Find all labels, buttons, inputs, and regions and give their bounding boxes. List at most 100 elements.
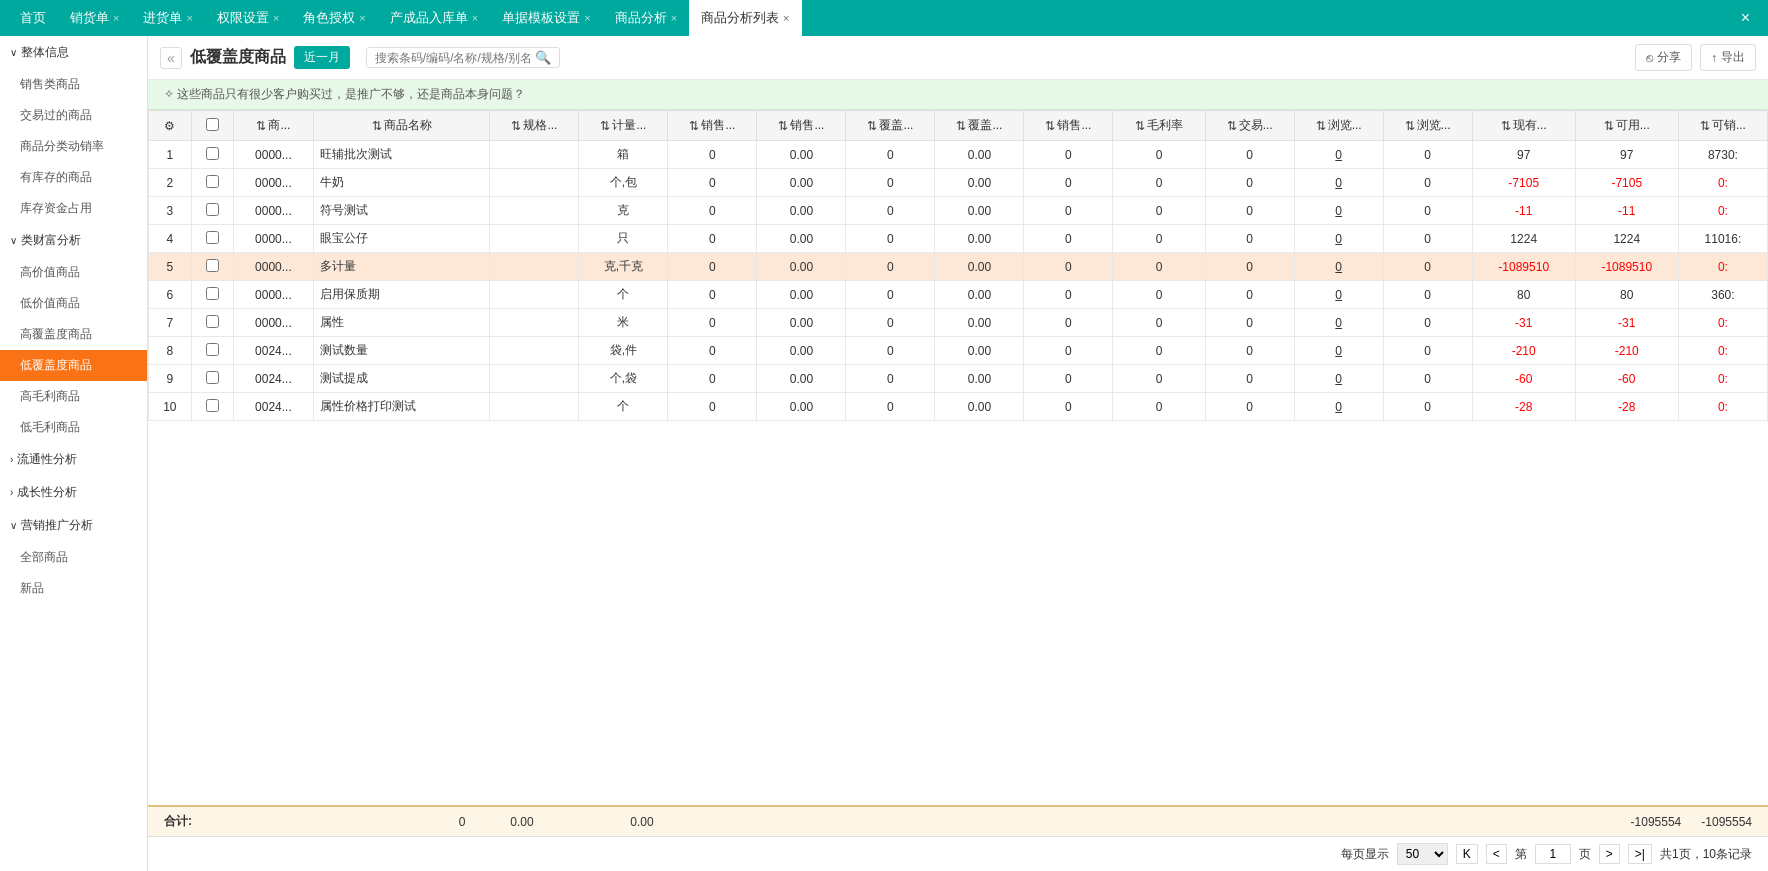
nav-permissions[interactable]: 权限设置 × (205, 0, 291, 36)
row-select[interactable] (206, 259, 219, 272)
close-sales-icon[interactable]: × (113, 12, 119, 24)
row-checkbox[interactable] (191, 393, 233, 421)
row-current: 80 (1472, 281, 1575, 309)
sidebar-category-header[interactable]: ∨ 类财富分析 (0, 224, 147, 257)
sidebar-item-traded-goods[interactable]: 交易过的商品 (0, 100, 147, 131)
row-available: 80 (1575, 281, 1678, 309)
sidebar-flow-header[interactable]: › 流通性分析 (0, 443, 147, 476)
close-purchase-icon[interactable]: × (186, 12, 192, 24)
row-select[interactable] (206, 231, 219, 244)
row-select[interactable] (206, 371, 219, 384)
row-checkbox[interactable] (191, 141, 233, 169)
close-templates-icon[interactable]: × (584, 12, 590, 24)
sidebar-item-high-profit[interactable]: 高毛利商品 (0, 381, 147, 412)
sidebar-section-growth: › 成长性分析 (0, 476, 147, 509)
row-browse1[interactable]: 0 (1294, 253, 1383, 281)
row-checkbox[interactable] (191, 225, 233, 253)
export-button[interactable]: ↑ 导出 (1700, 44, 1756, 71)
row-checkbox[interactable] (191, 337, 233, 365)
close-roles-icon[interactable]: × (359, 12, 365, 24)
row-browse1[interactable]: 0 (1294, 337, 1383, 365)
sidebar-item-sales-goods[interactable]: 销售类商品 (0, 69, 147, 100)
sidebar-item-in-stock[interactable]: 有库存的商品 (0, 162, 147, 193)
row-cov1: 0 (846, 169, 935, 197)
row-sales-amt: 0.00 (757, 281, 846, 309)
prev-page-button[interactable]: < (1486, 844, 1507, 864)
nav-products[interactable]: 产成品入库单 × (378, 0, 490, 36)
row-select[interactable] (206, 147, 219, 160)
sidebar-item-all-goods[interactable]: 全部商品 (0, 542, 147, 573)
row-checkbox[interactable] (191, 365, 233, 393)
row-spec (490, 281, 579, 309)
search-input[interactable] (375, 51, 535, 65)
row-select[interactable] (206, 343, 219, 356)
row-browse1[interactable]: 0 (1294, 281, 1383, 309)
nav-purchase[interactable]: 进货单 × (131, 0, 204, 36)
row-num: 2 (149, 169, 192, 197)
search-icon[interactable]: 🔍 (535, 50, 551, 65)
share-button[interactable]: ⎋ 分享 (1635, 44, 1692, 71)
row-select[interactable] (206, 315, 219, 328)
data-table: ⚙ ⇅商... ⇅商品名称 ⇅规格... ⇅计量... ⇅销售... ⇅销售..… (148, 110, 1768, 421)
row-browse2: 0 (1383, 309, 1472, 337)
sidebar-item-new-goods[interactable]: 新品 (0, 573, 147, 604)
row-browse1[interactable]: 0 (1294, 225, 1383, 253)
row-browse2: 0 (1383, 225, 1472, 253)
sidebar-item-fund-ratio[interactable]: 库存资金占用 (0, 193, 147, 224)
row-checkbox[interactable] (191, 309, 233, 337)
close-analysis-list-icon[interactable]: × (783, 12, 789, 24)
row-available: -7105 (1575, 169, 1678, 197)
nav-roles[interactable]: 角色授权 × (291, 0, 377, 36)
sidebar-item-low-profit[interactable]: 低毛利商品 (0, 412, 147, 443)
row-browse1[interactable]: 0 (1294, 169, 1383, 197)
sidebar-marketing-header[interactable]: ∨ 营销推广分析 (0, 509, 147, 542)
row-select[interactable] (206, 399, 219, 412)
first-page-button[interactable]: K (1456, 844, 1478, 864)
sidebar-item-low-value[interactable]: 低价值商品 (0, 288, 147, 319)
row-checkbox[interactable] (191, 197, 233, 225)
sidebar-item-high-coverage[interactable]: 高覆盖度商品 (0, 319, 147, 350)
row-browse1[interactable]: 0 (1294, 141, 1383, 169)
row-cov2: 0.00 (935, 337, 1024, 365)
row-select[interactable] (206, 287, 219, 300)
sidebar-item-sales-rate[interactable]: 商品分类动销率 (0, 131, 147, 162)
row-num: 7 (149, 309, 192, 337)
col-settings[interactable]: ⚙ (149, 111, 192, 141)
row-num: 3 (149, 197, 192, 225)
row-checkbox[interactable] (191, 281, 233, 309)
sidebar-growth-header[interactable]: › 成长性分析 (0, 476, 147, 509)
row-sales-amt: 0.00 (757, 337, 846, 365)
sidebar-overall-header[interactable]: ∨ 整体信息 (0, 36, 147, 69)
row-checkbox[interactable] (191, 253, 233, 281)
close-products-icon[interactable]: × (472, 12, 478, 24)
period-button[interactable]: 近一月 (294, 46, 350, 69)
nav-analysis-list[interactable]: 商品分析列表 × (689, 0, 801, 36)
last-page-button[interactable]: >| (1628, 844, 1652, 864)
row-select[interactable] (206, 203, 219, 216)
per-page-select[interactable]: 50 20 100 (1397, 843, 1448, 865)
window-close-button[interactable]: × (1731, 9, 1760, 27)
row-select[interactable] (206, 175, 219, 188)
row-browse1[interactable]: 0 (1294, 393, 1383, 421)
close-analysis-icon[interactable]: × (671, 12, 677, 24)
row-browse1[interactable]: 0 (1294, 197, 1383, 225)
row-browse1[interactable]: 0 (1294, 365, 1383, 393)
nav-sales[interactable]: 销货单 × (58, 0, 131, 36)
row-checkbox[interactable] (191, 169, 233, 197)
select-all-checkbox[interactable] (206, 118, 219, 131)
col-checkbox[interactable] (191, 111, 233, 141)
close-permissions-icon[interactable]: × (273, 12, 279, 24)
nav-analysis[interactable]: 商品分析 × (603, 0, 689, 36)
page-number-input[interactable] (1535, 844, 1571, 864)
nav-templates[interactable]: 单据模板设置 × (490, 0, 602, 36)
col-current: ⇅现有... (1472, 111, 1575, 141)
sidebar-item-low-coverage[interactable]: 低覆盖度商品 (0, 350, 147, 381)
row-unit: 个,包 (579, 169, 668, 197)
row-browse1[interactable]: 0 (1294, 309, 1383, 337)
row-spec (490, 309, 579, 337)
nav-home[interactable]: 首页 (8, 0, 58, 36)
sidebar-item-high-value[interactable]: 高价值商品 (0, 257, 147, 288)
next-page-button[interactable]: > (1599, 844, 1620, 864)
collapse-sidebar-button[interactable]: « (160, 47, 182, 69)
table-wrapper[interactable]: ⚙ ⇅商... ⇅商品名称 ⇅规格... ⇅计量... ⇅销售... ⇅销售..… (148, 110, 1768, 805)
